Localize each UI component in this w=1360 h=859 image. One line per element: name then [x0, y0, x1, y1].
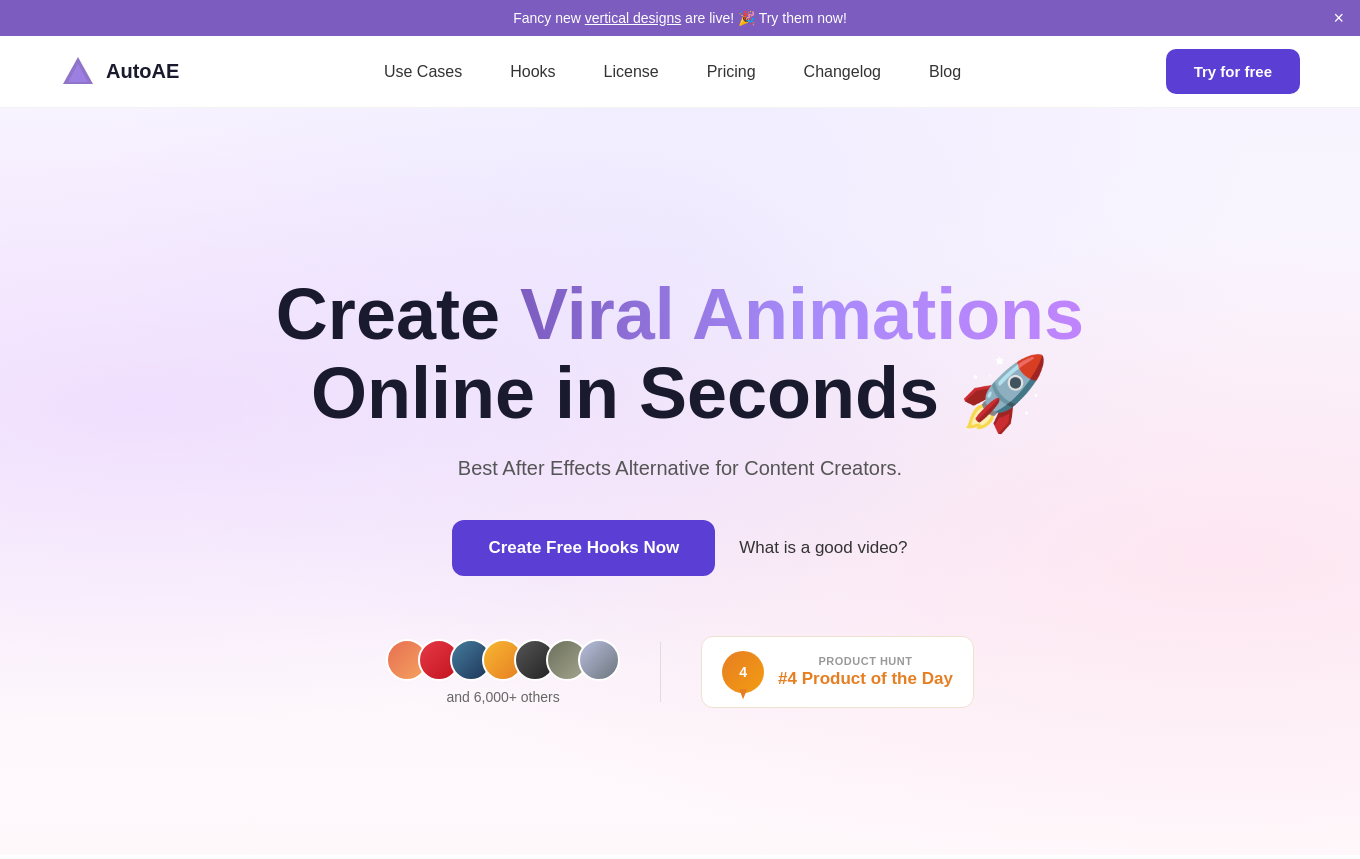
social-proof: and 6,000+ others 4 PRODUCT HUNT #4 Prod…	[386, 636, 974, 708]
vertical-divider	[660, 642, 661, 702]
logo-icon	[60, 54, 96, 90]
nav-item-use-cases[interactable]: Use Cases	[384, 63, 462, 80]
ph-medal: 4	[722, 651, 764, 693]
avatars-group: and 6,000+ others	[386, 639, 620, 705]
try-for-free-button[interactable]: Try for free	[1166, 49, 1300, 94]
banner-link[interactable]: vertical designs	[585, 10, 682, 26]
hero-buttons: Create Free Hooks Now What is a good vid…	[452, 520, 907, 576]
announcement-banner: Fancy new vertical designs are live! 🎉 T…	[0, 0, 1360, 36]
hero-title-gradient: Viral Animations	[520, 274, 1084, 354]
ph-title: #4 Product of the Day	[778, 669, 953, 689]
nav-item-changelog[interactable]: Changelog	[804, 63, 881, 80]
avatars-label: and 6,000+ others	[446, 689, 559, 705]
logo-link[interactable]: AutoAE	[60, 54, 179, 90]
logo-text: AutoAE	[106, 60, 179, 83]
ph-text-group: PRODUCT HUNT #4 Product of the Day	[778, 655, 953, 689]
banner-close-button[interactable]: ×	[1333, 9, 1344, 27]
banner-text: Fancy new vertical designs are live! 🎉 T…	[513, 10, 847, 26]
hero-subtitle: Best After Effects Alternative for Conte…	[458, 457, 902, 480]
avatars-row	[386, 639, 620, 681]
nav-item-hooks[interactable]: Hooks	[510, 63, 555, 80]
create-hooks-button[interactable]: Create Free Hooks Now	[452, 520, 715, 576]
hero-section: Create Viral Animations Online in Second…	[0, 108, 1360, 855]
ph-label: PRODUCT HUNT	[778, 655, 953, 667]
nav-links: Use Cases Hooks License Pricing Changelo…	[384, 63, 961, 81]
main-nav: AutoAE Use Cases Hooks License Pricing C…	[0, 36, 1360, 108]
avatar	[578, 639, 620, 681]
nav-item-pricing[interactable]: Pricing	[707, 63, 756, 80]
hero-title: Create Viral Animations Online in Second…	[276, 275, 1084, 433]
nav-item-blog[interactable]: Blog	[929, 63, 961, 80]
product-hunt-badge[interactable]: 4 PRODUCT HUNT #4 Product of the Day	[701, 636, 974, 708]
what-is-good-video-button[interactable]: What is a good video?	[739, 538, 907, 558]
nav-item-license[interactable]: License	[604, 63, 659, 80]
